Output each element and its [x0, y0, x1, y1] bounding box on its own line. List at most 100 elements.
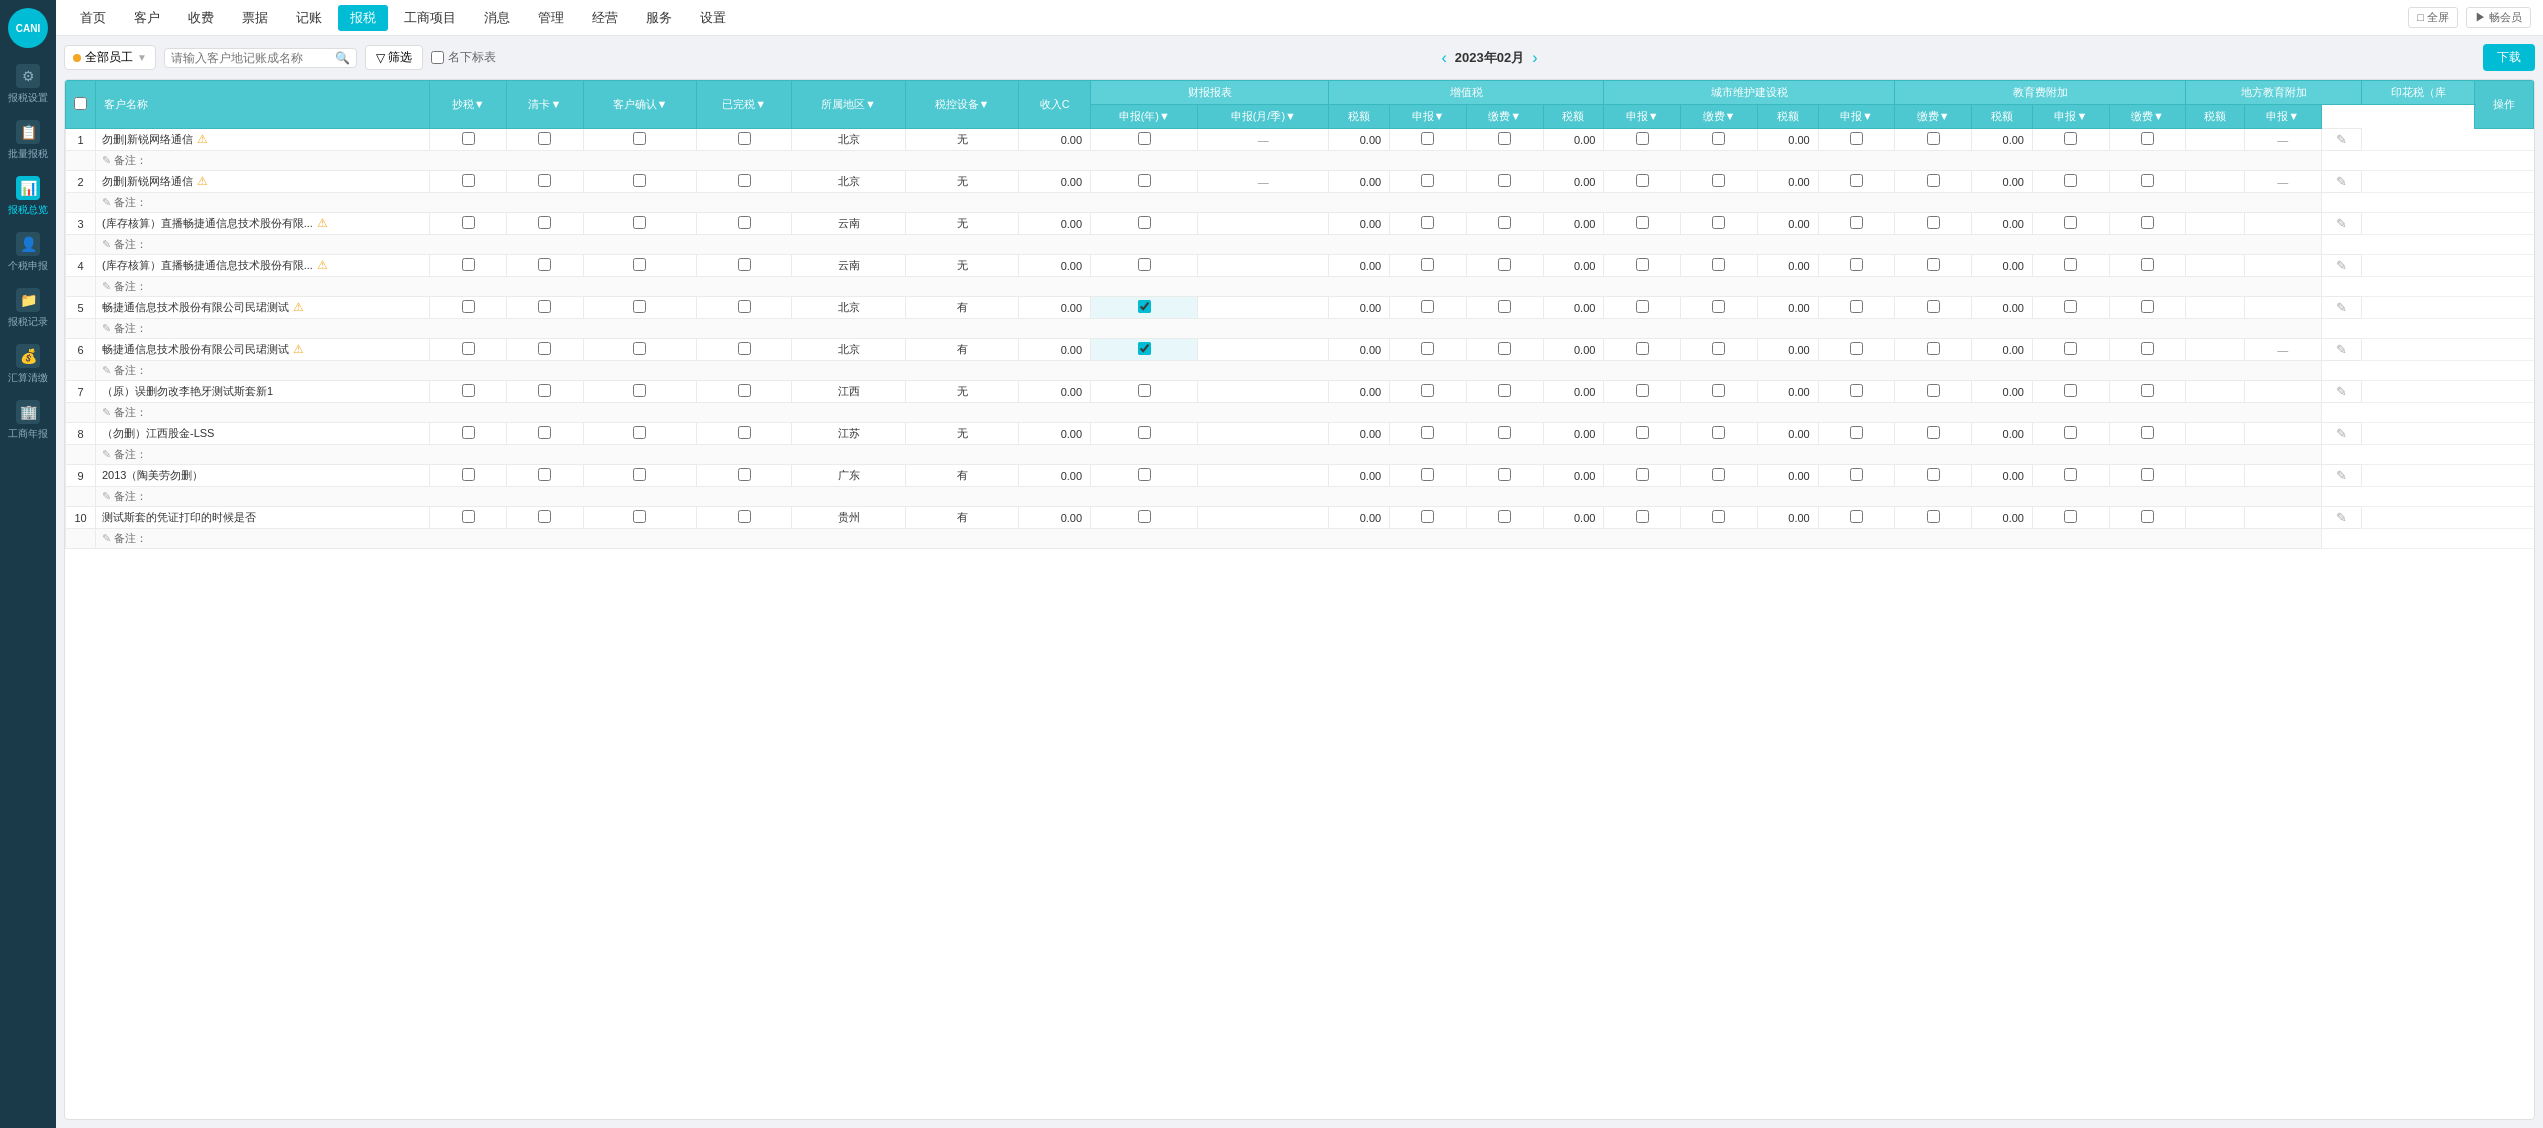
paid-checkbox[interactable] [738, 132, 751, 145]
nav-collection[interactable]: 收费 [176, 5, 226, 31]
zengzhi-jiao-checkbox[interactable] [1498, 426, 1511, 439]
chengshi-shen-cell[interactable] [1604, 381, 1681, 403]
chengshi-jiao-checkbox[interactable] [1712, 342, 1725, 355]
confirm-checkbox[interactable] [633, 510, 646, 523]
confirm-checkbox[interactable] [633, 468, 646, 481]
zengzhi-shen-cell[interactable] [1390, 381, 1467, 403]
chengshi-shen-checkbox[interactable] [1636, 426, 1649, 439]
confirm-checkbox[interactable] [633, 132, 646, 145]
qingka-cell[interactable] [507, 213, 584, 235]
operation-cell[interactable]: ✎ [2321, 129, 2361, 151]
zengzhi-jiao-checkbox[interactable] [1498, 258, 1511, 271]
zengzhi-shen-checkbox[interactable] [1421, 132, 1434, 145]
difang-jiao-cell[interactable] [2109, 255, 2186, 277]
note-content[interactable]: ✎ 备注： [96, 487, 2322, 507]
chaoshui-cell[interactable] [430, 381, 507, 403]
edit-icon[interactable]: ✎ [2336, 216, 2347, 231]
jiaoyu-jiao-cell[interactable] [1895, 507, 1972, 529]
difang-jiao-cell[interactable] [2109, 423, 2186, 445]
confirm-checkbox[interactable] [633, 342, 646, 355]
caibao-year-cell[interactable] [1091, 465, 1198, 487]
edit-icon[interactable]: ✎ [2336, 426, 2347, 441]
confirm-cell[interactable] [583, 129, 696, 151]
qingka-checkbox[interactable] [538, 174, 551, 187]
paid-checkbox[interactable] [738, 342, 751, 355]
difang-jiao-cell[interactable] [2109, 465, 2186, 487]
paid-checkbox[interactable] [738, 510, 751, 523]
chengshi-jiao-cell[interactable] [1681, 171, 1758, 193]
qingka-cell[interactable] [507, 171, 584, 193]
paid-cell[interactable] [697, 465, 792, 487]
zengzhi-jiao-cell[interactable] [1466, 129, 1543, 151]
confirm-cell[interactable] [583, 465, 696, 487]
qingka-cell[interactable] [507, 423, 584, 445]
jiaoyu-shen-checkbox[interactable] [1850, 342, 1863, 355]
difang-jiao-cell[interactable] [2109, 507, 2186, 529]
search-box[interactable]: 🔍 [164, 48, 357, 68]
caibao-year-checkbox[interactable] [1138, 174, 1151, 187]
nav-manage[interactable]: 管理 [526, 5, 576, 31]
caibao-year-cell[interactable] [1091, 507, 1198, 529]
jiaoyu-shen-cell[interactable] [1818, 507, 1895, 529]
chengshi-shen-cell[interactable] [1604, 507, 1681, 529]
caibao-year-cell[interactable] [1091, 213, 1198, 235]
chaoshui-cell[interactable] [430, 423, 507, 445]
paid-cell[interactable] [697, 297, 792, 319]
jiaoyu-jiao-checkbox[interactable] [1927, 384, 1940, 397]
chengshi-jiao-checkbox[interactable] [1712, 132, 1725, 145]
chengshi-shen-cell[interactable] [1604, 129, 1681, 151]
qingka-checkbox[interactable] [538, 468, 551, 481]
jiaoyu-jiao-checkbox[interactable] [1927, 510, 1940, 523]
difang-shen-cell[interactable] [2032, 507, 2109, 529]
sidebar-item-tax-record[interactable]: 📁 报税记录 [0, 280, 56, 336]
note-content[interactable]: ✎ 备注： [96, 445, 2322, 465]
zengzhi-shen-checkbox[interactable] [1421, 342, 1434, 355]
vip-button[interactable]: ▶ 畅会员 [2466, 7, 2531, 28]
paid-cell[interactable] [697, 423, 792, 445]
caibao-month-cell[interactable] [1198, 507, 1329, 529]
nav-invoice[interactable]: 票据 [230, 5, 280, 31]
zengzhi-jiao-cell[interactable] [1466, 381, 1543, 403]
customer-name[interactable]: 畅捷通信息技术股份有限公司民珺测试⚠ [96, 339, 430, 361]
caibao-month-cell[interactable] [1198, 297, 1329, 319]
col-caibao-year[interactable]: 申报(年)▼ [1091, 105, 1198, 129]
jiaoyu-jiao-checkbox[interactable] [1927, 426, 1940, 439]
jiaoyu-jiao-cell[interactable] [1895, 129, 1972, 151]
qingka-cell[interactable] [507, 465, 584, 487]
chaoshui-checkbox[interactable] [462, 300, 475, 313]
jiaoyu-shen-cell[interactable] [1818, 339, 1895, 361]
next-month-button[interactable]: › [1532, 49, 1537, 67]
jiaoyu-shen-checkbox[interactable] [1850, 174, 1863, 187]
operation-cell[interactable]: ✎ [2321, 507, 2361, 529]
difang-shen-checkbox[interactable] [2064, 426, 2077, 439]
chengshi-shen-cell[interactable] [1604, 465, 1681, 487]
operation-cell[interactable]: ✎ [2321, 339, 2361, 361]
jiaoyu-shen-cell[interactable] [1818, 255, 1895, 277]
difang-jiao-checkbox[interactable] [2141, 510, 2154, 523]
edit-icon[interactable]: ✎ [2336, 468, 2347, 483]
customer-name[interactable]: 勿删|新锐网络通信⚠ [96, 171, 430, 193]
zengzhi-shen-checkbox[interactable] [1421, 216, 1434, 229]
zengzhi-jiao-checkbox[interactable] [1498, 132, 1511, 145]
jiaoyu-jiao-cell[interactable] [1895, 423, 1972, 445]
zengzhi-shen-checkbox[interactable] [1421, 510, 1434, 523]
tag-button[interactable]: 名下标表 [431, 49, 496, 66]
difang-shen-checkbox[interactable] [2064, 216, 2077, 229]
chengshi-jiao-cell[interactable] [1681, 381, 1758, 403]
difang-shen-checkbox[interactable] [2064, 300, 2077, 313]
chengshi-shen-checkbox[interactable] [1636, 300, 1649, 313]
note-content[interactable]: ✎ 备注： [96, 319, 2322, 339]
caibao-month-cell[interactable] [1198, 465, 1329, 487]
zengzhi-shen-checkbox[interactable] [1421, 384, 1434, 397]
jiaoyu-shen-cell[interactable] [1818, 381, 1895, 403]
note-content[interactable]: ✎ 备注： [96, 277, 2322, 297]
caibao-year-cell[interactable] [1091, 255, 1198, 277]
chengshi-shen-checkbox[interactable] [1636, 384, 1649, 397]
chengshi-jiao-checkbox[interactable] [1712, 384, 1725, 397]
difang-shen-checkbox[interactable] [2064, 510, 2077, 523]
col-jiaoyu-shen[interactable]: 申报▼ [1818, 105, 1895, 129]
chengshi-jiao-cell[interactable] [1681, 465, 1758, 487]
zengzhi-shen-cell[interactable] [1390, 171, 1467, 193]
operation-cell[interactable]: ✎ [2321, 381, 2361, 403]
nav-industrial[interactable]: 工商项目 [392, 5, 468, 31]
